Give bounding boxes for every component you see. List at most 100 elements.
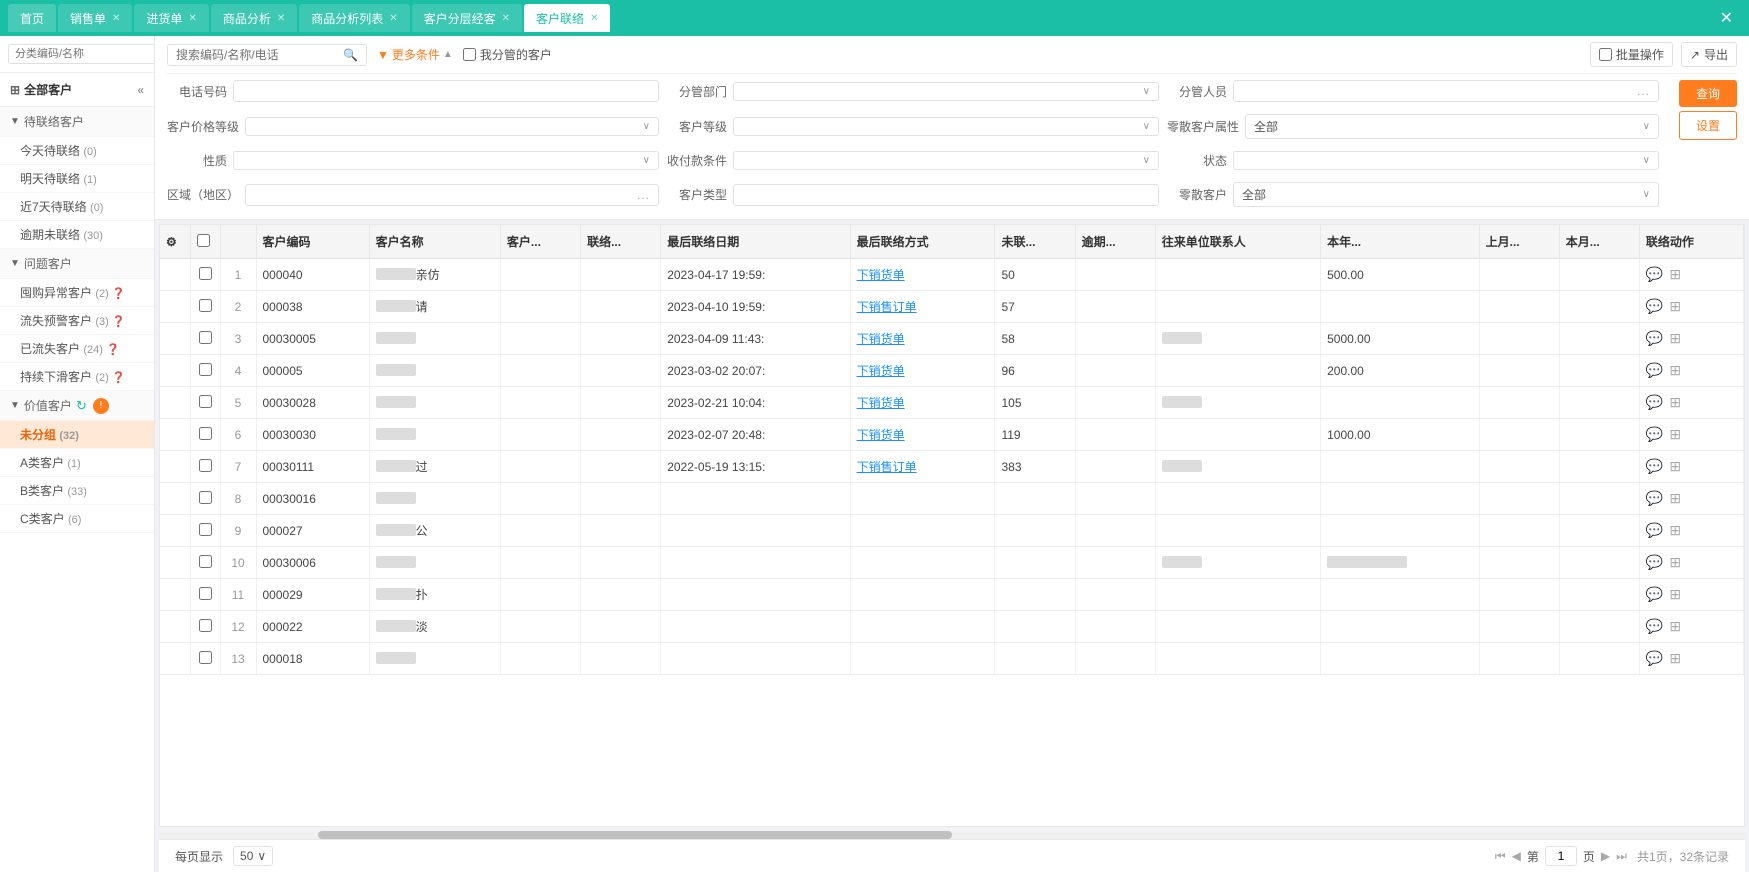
tab-customer-contact-close[interactable]: ✕ [590,13,598,24]
search-icon[interactable]: 🔍 [343,48,358,62]
tab-home[interactable]: 首页 [8,4,56,32]
unit-contact-col-header[interactable]: 往来单位联系人 [1155,225,1320,259]
customer-tier-select[interactable]: ∨ [733,117,1159,136]
last-method-cell[interactable] [850,515,995,547]
chat-icon[interactable]: 💬 [1646,650,1663,667]
query-button[interactable]: 查询 [1679,80,1737,107]
last-method-cell[interactable] [850,547,995,579]
last-method-cell[interactable] [850,611,995,643]
retail-attr-select[interactable]: 全部 ∨ [1245,114,1659,139]
last-method-link[interactable]: 下销货单 [857,396,905,410]
last-method-cell[interactable] [850,579,995,611]
last-method-link[interactable]: 下销售订单 [857,300,917,314]
sidebar-item-churn-warning[interactable]: 流失预警客户 (3) ❓ [0,307,154,335]
row-checkbox-cell[interactable] [190,355,220,387]
chat-icon[interactable]: 💬 [1646,522,1663,539]
chat-icon[interactable]: 💬 [1646,426,1663,443]
chat-icon[interactable]: 💬 [1646,490,1663,507]
row-checkbox[interactable] [199,299,212,312]
group-problem-customers[interactable]: ▼ 问题客户 [0,249,154,279]
checkbox-col-header[interactable] [190,225,220,259]
settings-icon[interactable]: ⚙ [166,235,177,249]
tab-product-analysis-list[interactable]: 商品分析列表 ✕ [299,4,409,32]
row-checkbox-cell[interactable] [190,579,220,611]
last-method-cell[interactable]: 下销货单 [850,323,995,355]
chat-icon[interactable]: 💬 [1646,394,1663,411]
row-checkbox-cell[interactable] [190,483,220,515]
tab-customer-contact[interactable]: 客户联络 ✕ [524,4,610,32]
row-checkbox-cell[interactable] [190,515,220,547]
sidebar-item-7day-pending[interactable]: 近7天待联络 (0) [0,193,154,221]
first-page-btn[interactable]: ⏮ [1495,849,1506,864]
row-checkbox[interactable] [199,331,212,344]
grid-action-icon[interactable]: ⊞ [1669,490,1681,507]
chat-icon[interactable]: 💬 [1646,362,1663,379]
last-method-col-header[interactable]: 最后联络方式 [850,225,995,259]
person-select[interactable]: ... [1233,80,1659,102]
chat-icon[interactable]: 💬 [1646,298,1663,315]
grid-action-icon[interactable]: ⊞ [1669,394,1681,411]
refresh-icon[interactable]: ↻ [76,398,87,414]
person-dots[interactable]: ... [1637,84,1650,98]
this-month-col-header[interactable]: 本月... [1559,225,1639,259]
last-page-btn[interactable]: ⏭ [1616,849,1627,864]
last-method-cell[interactable]: 下销货单 [850,419,995,451]
row-checkbox[interactable] [199,267,212,280]
tab-product-analysis[interactable]: 商品分析 ✕ [211,4,297,32]
retail-customer-select[interactable]: 全部 ∨ [1233,182,1659,207]
overdue-col-header[interactable]: 逾期... [1075,225,1155,259]
customer-type-input[interactable] [733,184,1159,206]
region-select[interactable]: ... [245,184,659,206]
group-pending-contact[interactable]: ▼ 待联络客户 [0,107,154,137]
row-checkbox[interactable] [199,363,212,376]
row-checkbox-cell[interactable] [190,291,220,323]
chat-icon[interactable]: 💬 [1646,458,1663,475]
last-month-col-header[interactable]: 上月... [1479,225,1559,259]
status-select[interactable]: ∨ [1233,151,1659,170]
h-scrollbar-thumb[interactable] [318,831,952,839]
contact-col-header[interactable]: 联络... [581,225,661,259]
sidebar-item-tomorrow-pending[interactable]: 明天待联络 (1) [0,165,154,193]
grid-action-icon[interactable]: ⊞ [1669,266,1681,283]
phone-input[interactable] [233,80,659,102]
tab-product-analysis-close[interactable]: ✕ [277,13,285,24]
row-checkbox[interactable] [199,523,212,536]
sidebar-item-today-pending[interactable]: 今天待联络 (0) [0,137,154,165]
chat-icon[interactable]: 💬 [1646,330,1663,347]
export-btn[interactable]: ↗ 导出 [1681,42,1737,67]
grid-action-icon[interactable]: ⊞ [1669,522,1681,539]
row-checkbox-cell[interactable] [190,643,220,675]
last-method-cell[interactable]: 下销货单 [850,387,995,419]
all-customers-header[interactable]: ⊞ 全部客户 « [0,73,154,107]
sidebar-collapse-btn[interactable]: « [137,83,144,97]
grid-action-icon[interactable]: ⊞ [1669,362,1681,379]
price-tier-select[interactable]: ∨ [245,117,659,136]
row-checkbox[interactable] [199,555,212,568]
sidebar-item-overdue-pending[interactable]: 逾期未联络 (30) [0,221,154,249]
region-dots[interactable]: ... [637,188,650,202]
sidebar-item-ungrouped[interactable]: 未分组 (32) [0,421,154,449]
row-checkbox[interactable] [199,427,212,440]
group-value-customers[interactable]: ▼ 价值客户 ↻ ! [0,391,154,421]
last-method-cell[interactable]: 下销货单 [850,355,995,387]
prev-page-btn[interactable]: ◀ [1512,849,1521,863]
tab-sales-close[interactable]: ✕ [112,13,120,24]
tab-customer-tier-close[interactable]: ✕ [502,13,510,24]
chat-icon[interactable]: 💬 [1646,266,1663,283]
tab-sales[interactable]: 销售单 ✕ [58,4,132,32]
code-col-header[interactable]: 客户编码 [256,225,369,259]
settings-col-header[interactable]: ⚙ [160,225,190,259]
payment-select[interactable]: ∨ [733,151,1159,170]
batch-operation-btn[interactable]: 批量操作 [1590,42,1673,67]
last-method-link[interactable]: 下销货单 [857,364,905,378]
grid-action-icon[interactable]: ⊞ [1669,298,1681,315]
row-checkbox[interactable] [199,459,212,472]
grid-action-icon[interactable]: ⊞ [1669,426,1681,443]
chat-icon[interactable]: 💬 [1646,554,1663,571]
tab-purchase[interactable]: 进货单 ✕ [134,4,208,32]
sidebar-item-declining[interactable]: 持续下滑客户 (2) ❓ [0,363,154,391]
row-checkbox-cell[interactable] [190,611,220,643]
sidebar-search-input[interactable] [8,44,155,64]
tab-customer-tier[interactable]: 客户分层经客 ✕ [412,4,522,32]
batch-checkbox[interactable] [1599,48,1612,61]
